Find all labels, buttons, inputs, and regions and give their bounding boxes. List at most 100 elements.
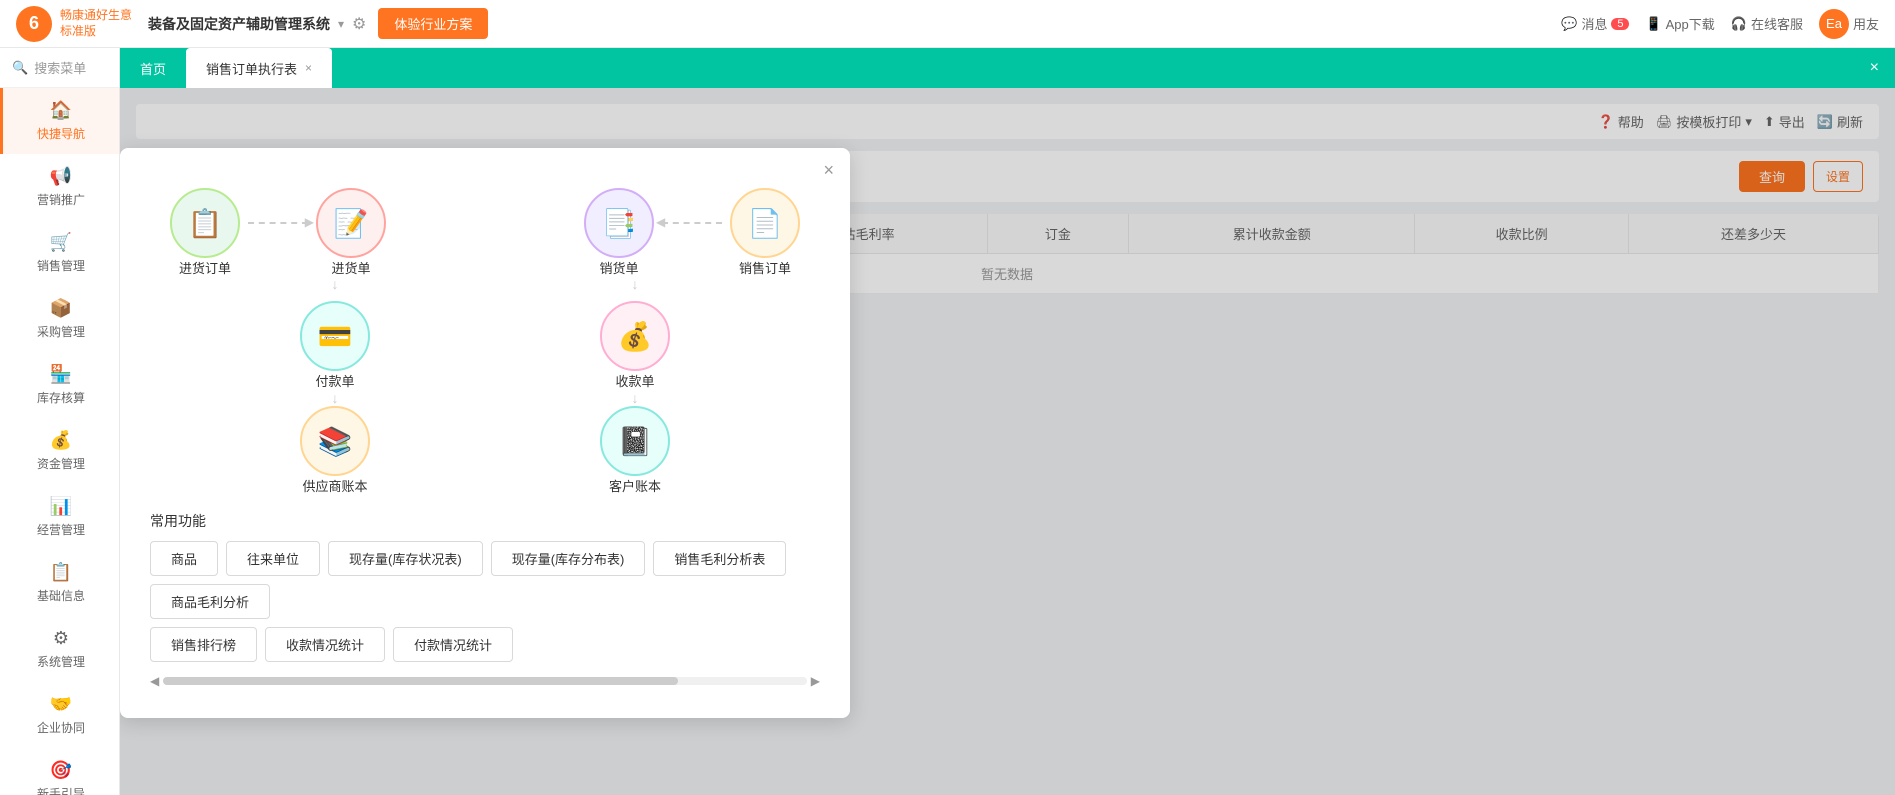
func-buttons-row1: 商品 往来单位 现存量(库存状况表) 现存量(库存分布表) 销售毛利分析表 商品… [150, 541, 820, 619]
sidebar-item-label: 营销推广 [37, 191, 85, 208]
sidebar-item-label: 库存核算 [37, 389, 85, 406]
basic-icon: 📋 [50, 562, 72, 583]
purchase-order-node: 📋 进货订单 [170, 188, 240, 277]
func-btn-goods[interactable]: 商品 [150, 541, 218, 576]
func-btn-receipt-stats[interactable]: 收款情况统计 [265, 627, 385, 662]
operation-icon: 📊 [50, 496, 72, 517]
purchase-bill-icon: 📝 [316, 188, 386, 258]
system-title: 装备及固定资产辅助管理系统 [148, 14, 330, 34]
system-icon: ⚙ [53, 628, 69, 649]
finance-icon: 💰 [50, 430, 72, 451]
message-badge: 5 [1611, 18, 1629, 30]
func-btn-stock-dist[interactable]: 现存量(库存分布表) [491, 541, 646, 576]
sidebar-item-enterprise[interactable]: 🤝 企业协同 [0, 682, 119, 748]
search-menu-btn[interactable]: 🔍 搜索菜单 [0, 48, 119, 88]
customer-ledger-icon: 📓 [600, 406, 670, 476]
settings-icon[interactable]: ⚙ [352, 14, 366, 34]
top-bar-right: 💬 消息 5 📱 App下载 🎧 在线客服 Ea 用友 [1561, 9, 1879, 39]
payment-icon: 💳 [300, 301, 370, 371]
purchase-icon: 📦 [50, 298, 72, 319]
tab-sales-order[interactable]: 销售订单执行表 × [186, 48, 332, 88]
system-title-area: 装备及固定资产辅助管理系统 ▾ ⚙ [148, 14, 366, 34]
download-icon: 📱 [1645, 16, 1661, 32]
scroll-thumb[interactable] [163, 677, 678, 685]
common-functions-title: 常用功能 [150, 511, 820, 531]
func-btn-partners[interactable]: 往来单位 [226, 541, 320, 576]
func-btn-sales-gross[interactable]: 销售毛利分析表 [653, 541, 786, 576]
main-layout: 🔍 搜索菜单 🏠 快捷导航 📢 营销推广 🛒 销售管理 📦 采购管理 🏪 [0, 48, 1895, 795]
flow-area: 📋 进货订单 ▶ 📝 [150, 178, 820, 495]
sales-order-node: 📄 销售订单 [730, 188, 800, 277]
enterprise-icon: 🤝 [50, 694, 72, 715]
sidebar-item-marketing[interactable]: 📢 营销推广 [0, 154, 119, 220]
func-btn-stock-status[interactable]: 现存量(库存状况表) [328, 541, 483, 576]
sales-order-icon: 📄 [730, 188, 800, 258]
customer-ledger-label: 客户账本 [609, 476, 661, 495]
app-download-btn[interactable]: 📱 App下载 [1645, 14, 1714, 33]
sidebar-item-quick-nav[interactable]: 🏠 快捷导航 [0, 88, 119, 154]
purchase-bill-node: 📝 进货单 [316, 188, 386, 277]
supplier-ledger-label: 供应商账本 [302, 476, 367, 495]
sidebar-item-label: 新手引导 [37, 785, 85, 795]
guide-icon: 🎯 [50, 760, 72, 781]
inventory-icon: 🏪 [50, 364, 72, 385]
func-btn-payment-stats[interactable]: 付款情况统计 [393, 627, 513, 662]
modal-dialog: × 📋 进货订单 [120, 148, 850, 718]
func-buttons-row2: 销售排行榜 收款情况统计 付款情况统计 [150, 627, 820, 662]
sidebar-item-basic[interactable]: 📋 基础信息 [0, 550, 119, 616]
payment-label: 付款单 [315, 371, 354, 390]
sidebar-item-purchase[interactable]: 📦 采购管理 [0, 286, 119, 352]
sales-bill-label: 销货单 [599, 258, 638, 277]
sales-bill-node: 📑 销货单 [584, 188, 654, 277]
sidebar-item-label: 资金管理 [37, 455, 85, 472]
top-bar-left: 6 畅康通好生意 标准版 装备及固定资产辅助管理系统 ▾ ⚙ 体验行业方案 [16, 6, 488, 42]
tab-close-icon[interactable]: × [305, 61, 312, 75]
user-area[interactable]: Ea 用友 [1819, 9, 1879, 39]
scroll-track [163, 677, 807, 685]
marketing-icon: 📢 [50, 166, 72, 187]
tab-bar: 首页 销售订单执行表 × × [120, 48, 1895, 88]
sidebar-item-label: 企业协同 [37, 719, 85, 736]
content-area: 首页 销售订单执行表 × × ❓ 帮助 🖨 [120, 48, 1895, 795]
sidebar-item-label: 系统管理 [37, 653, 85, 670]
logo-area: 6 畅康通好生意 标准版 [16, 6, 136, 42]
online-service-btn[interactable]: 🎧 在线客服 [1731, 14, 1803, 33]
receipt-node: 💰 收款单 [600, 301, 670, 390]
top-bar: 6 畅康通好生意 标准版 装备及固定资产辅助管理系统 ▾ ⚙ 体验行业方案 💬 … [0, 0, 1895, 48]
sidebar-item-inventory[interactable]: 🏪 库存核算 [0, 352, 119, 418]
sales-order-label: 销售订单 [739, 258, 791, 277]
func-btn-goods-gross[interactable]: 商品毛利分析 [150, 584, 270, 619]
sidebar-item-label: 快捷导航 [37, 125, 85, 142]
scroll-left-icon[interactable]: ◀ [150, 674, 159, 688]
scroll-indicator: ◀ ▶ [150, 674, 820, 688]
app-container: 6 畅康通好生意 标准版 装备及固定资产辅助管理系统 ▾ ⚙ 体验行业方案 💬 … [0, 0, 1895, 795]
sidebar-item-system[interactable]: ⚙ 系统管理 [0, 616, 119, 682]
sidebar-item-sales[interactable]: 🛒 销售管理 [0, 220, 119, 286]
dropdown-arrow-icon[interactable]: ▾ [338, 17, 344, 31]
payment-node: 💳 付款单 [300, 301, 370, 390]
sidebar: 🔍 搜索菜单 🏠 快捷导航 📢 营销推广 🛒 销售管理 📦 采购管理 🏪 [0, 48, 120, 795]
service-icon: 🎧 [1731, 16, 1747, 32]
message-btn[interactable]: 💬 消息 5 [1561, 14, 1629, 33]
sidebar-item-label: 销售管理 [37, 257, 85, 274]
receipt-label: 收款单 [615, 371, 654, 390]
sales-bill-icon: 📑 [584, 188, 654, 258]
logo-icon: 6 [16, 6, 52, 42]
tab-bar-close-icon[interactable]: × [1854, 59, 1895, 77]
message-icon: 💬 [1561, 16, 1577, 32]
try-btn[interactable]: 体验行业方案 [378, 8, 488, 39]
purchase-order-label: 进货订单 [179, 258, 231, 277]
sidebar-item-finance[interactable]: 💰 资金管理 [0, 418, 119, 484]
sidebar-item-label: 经营管理 [37, 521, 85, 538]
purchase-order-icon: 📋 [170, 188, 240, 258]
tab-home[interactable]: 首页 [120, 48, 186, 88]
sales-icon: 🛒 [50, 232, 72, 253]
common-functions: 常用功能 商品 往来单位 现存量(库存状况表) 现存量(库存分布表) 销售毛利分… [150, 511, 820, 662]
user-avatar: Ea [1819, 9, 1849, 39]
sidebar-item-operation[interactable]: 📊 经营管理 [0, 484, 119, 550]
sidebar-item-guide[interactable]: 🎯 新手引导 [0, 748, 119, 795]
scroll-right-icon[interactable]: ▶ [811, 674, 820, 688]
logo-text: 畅康通好生意 标准版 [60, 8, 132, 39]
modal-close-btn[interactable]: × [823, 160, 834, 181]
func-btn-sales-rank[interactable]: 销售排行榜 [150, 627, 257, 662]
